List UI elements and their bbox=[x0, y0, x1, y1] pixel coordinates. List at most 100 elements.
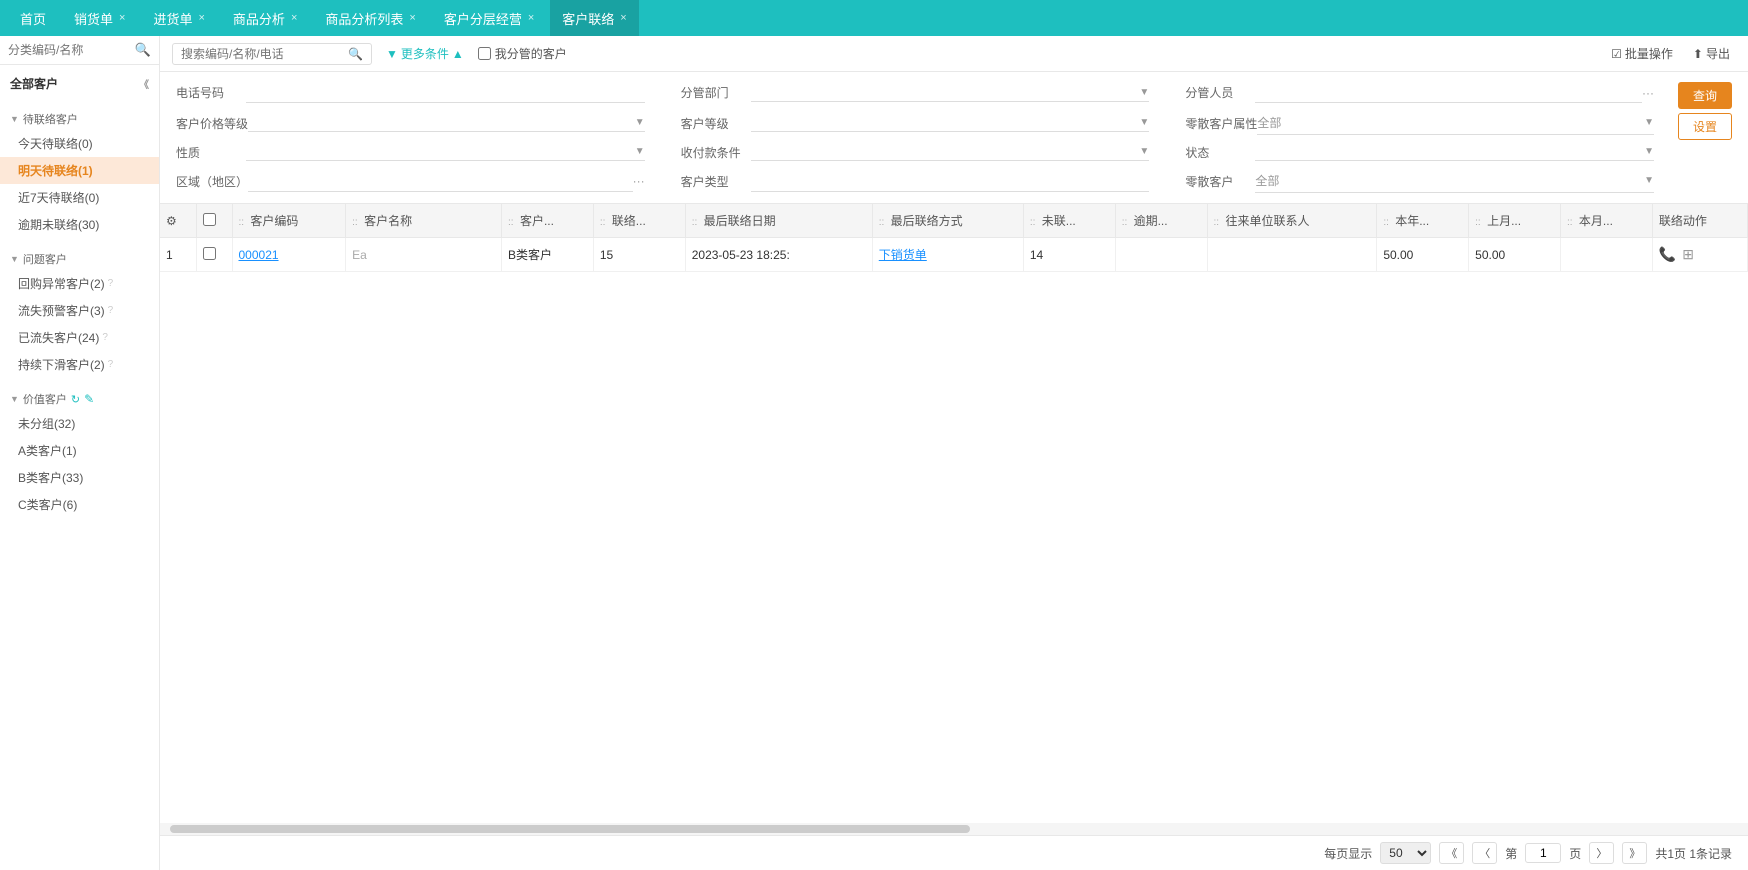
filter-retail-attr-select[interactable]: 全部 ▼ bbox=[1257, 111, 1654, 135]
close-icon[interactable]: × bbox=[528, 12, 534, 24]
nav-purchase-order[interactable]: 进货单 × bbox=[141, 0, 216, 36]
filter-payment-select[interactable]: ▼ bbox=[751, 143, 1150, 161]
th-checkbox[interactable] bbox=[196, 204, 232, 238]
sidebar-group-title-pending[interactable]: 待联络客户 bbox=[0, 106, 159, 130]
export-icon: ⬆ bbox=[1693, 47, 1703, 61]
th-code[interactable]: :: 客户编码 bbox=[232, 204, 346, 238]
th-no-contact[interactable]: :: 未联... bbox=[1023, 204, 1115, 238]
more-dots-icon[interactable]: ··· bbox=[633, 174, 645, 188]
filter-dept-select[interactable]: ▼ bbox=[751, 84, 1150, 102]
phone-action-icon[interactable]: 📞 bbox=[1659, 246, 1676, 263]
edit-icon[interactable]: ✎ bbox=[84, 392, 94, 406]
close-icon[interactable]: × bbox=[119, 12, 125, 24]
sidebar-item-overdue[interactable]: 逾期未联络(30) bbox=[0, 211, 159, 238]
nav-home[interactable]: 首页 bbox=[8, 0, 58, 36]
close-icon[interactable]: × bbox=[291, 12, 297, 24]
my-customers-checkbox[interactable] bbox=[478, 47, 491, 60]
sidebar-item-class-b[interactable]: B类客户(33) bbox=[0, 464, 159, 491]
sidebar-search-input[interactable] bbox=[8, 43, 135, 57]
filter-price-level-select[interactable]: ▼ bbox=[248, 114, 645, 132]
th-this-month[interactable]: :: 本月... bbox=[1561, 204, 1653, 238]
customer-code-link[interactable]: 000021 bbox=[239, 248, 279, 262]
horizontal-scrollbar[interactable] bbox=[160, 823, 1748, 835]
next-page-button[interactable]: 〉 bbox=[1589, 842, 1614, 864]
sidebar-search-icon[interactable]: 🔍 bbox=[135, 42, 151, 58]
sidebar-all-section: 全部客户 《 bbox=[0, 65, 159, 102]
last-page-button[interactable]: 》 bbox=[1622, 842, 1647, 864]
filter-nature-select[interactable]: ▼ bbox=[246, 143, 645, 161]
close-icon[interactable]: × bbox=[620, 12, 626, 24]
sidebar-item-today[interactable]: 今天待联络(0) bbox=[0, 130, 159, 157]
page-size-select[interactable]: 50 100 200 bbox=[1380, 842, 1431, 864]
nav-customer-contact[interactable]: 客户联络 × bbox=[550, 0, 638, 36]
chevron-down-icon: ▼ bbox=[1644, 146, 1654, 157]
page-text: 第 bbox=[1505, 845, 1517, 862]
th-last-date[interactable]: :: 最后联络日期 bbox=[685, 204, 872, 238]
prev-page-button[interactable]: 〈 bbox=[1472, 842, 1497, 864]
reset-button[interactable]: 设置 bbox=[1678, 113, 1732, 140]
filter-manager: 分管人员 ··· bbox=[1185, 82, 1654, 103]
th-type[interactable]: :: 客户... bbox=[502, 204, 594, 238]
filter-manager-input[interactable] bbox=[1255, 82, 1642, 103]
close-icon[interactable]: × bbox=[409, 12, 415, 24]
sidebar-item-abnormal-repurchase[interactable]: 回购异常客户(2) ? bbox=[0, 270, 159, 297]
filter-region-input[interactable] bbox=[248, 171, 633, 192]
th-last-month[interactable]: :: 上月... bbox=[1469, 204, 1561, 238]
search-input[interactable] bbox=[181, 47, 348, 61]
more-filter-button[interactable]: ▼ 更多条件 ▲ bbox=[380, 42, 470, 65]
nav-sales-order[interactable]: 销货单 × bbox=[62, 0, 137, 36]
filter-customer-type: 客户类型 bbox=[681, 171, 1150, 192]
filter-customer-type-input[interactable] bbox=[751, 171, 1150, 192]
search-submit-icon[interactable]: 🔍 bbox=[348, 47, 363, 61]
query-button[interactable]: 查询 bbox=[1678, 82, 1732, 109]
sidebar-item-churned[interactable]: 已流失客户(24) ? bbox=[0, 324, 159, 351]
th-contact[interactable]: :: 联络... bbox=[593, 204, 685, 238]
sidebar-all-customers[interactable]: 全部客户 《 bbox=[0, 69, 159, 98]
th-last-method[interactable]: :: 最后联络方式 bbox=[872, 204, 1023, 238]
sidebar-item-class-c[interactable]: C类客户(6) bbox=[0, 491, 159, 518]
export-button[interactable]: ⬆ 导出 bbox=[1687, 42, 1736, 65]
filter-status-select[interactable]: ▼ bbox=[1255, 143, 1654, 161]
cell-last-date: 2023-05-23 18:25: bbox=[685, 238, 872, 272]
sidebar-item-class-a[interactable]: A类客户(1) bbox=[0, 437, 159, 464]
grid-action-icon[interactable]: ⊞ bbox=[1682, 246, 1694, 263]
sidebar-group-problem: 问题客户 回购异常客户(2) ? 流失预警客户(3) ? 已流失客户(24) ?… bbox=[0, 242, 159, 382]
th-name[interactable]: :: 客户名称 bbox=[346, 204, 502, 238]
cell-this-year: 50.00 bbox=[1377, 238, 1469, 272]
sidebar-item-ungrouped[interactable]: 未分组(32) bbox=[0, 410, 159, 437]
th-overdue[interactable]: :: 逾期... bbox=[1115, 204, 1207, 238]
nav-product-analysis[interactable]: 商品分析 × bbox=[221, 0, 309, 36]
chevron-down-icon: ▼ bbox=[1139, 146, 1149, 157]
refresh-icon[interactable]: ↻ bbox=[71, 393, 80, 406]
th-contact-person[interactable]: :: 往来单位联系人 bbox=[1207, 204, 1377, 238]
last-method-link[interactable]: 下销货单 bbox=[879, 248, 927, 262]
sidebar-item-declining[interactable]: 持续下滑客户(2) ? bbox=[0, 351, 159, 378]
filter-action-buttons: 查询 设置 bbox=[1678, 82, 1732, 193]
page-number-input[interactable] bbox=[1525, 843, 1561, 863]
th-this-year[interactable]: :: 本年... bbox=[1377, 204, 1469, 238]
select-all-checkbox[interactable] bbox=[203, 213, 216, 226]
nav-customer-layering[interactable]: 客户分层经营 × bbox=[432, 0, 546, 36]
filter-phone-input[interactable] bbox=[246, 82, 645, 103]
batch-action-button[interactable]: ☑ 批量操作 bbox=[1605, 42, 1679, 65]
scrollbar-thumb[interactable] bbox=[170, 825, 970, 833]
first-page-button[interactable]: 《 bbox=[1439, 842, 1464, 864]
sidebar-item-tomorrow[interactable]: 明天待联络(1) bbox=[0, 157, 159, 184]
filter-retail-select[interactable]: 全部 ▼ bbox=[1255, 169, 1654, 193]
my-customers-checkbox-wrap[interactable]: 我分管的客户 bbox=[478, 45, 567, 62]
close-icon[interactable]: × bbox=[198, 12, 204, 24]
more-dots-icon[interactable]: ··· bbox=[1642, 86, 1654, 100]
sidebar-item-7days[interactable]: 近7天待联络(0) bbox=[0, 184, 159, 211]
filter-customer-level-select[interactable]: ▼ bbox=[751, 114, 1150, 132]
cell-last-method: 下销货单 bbox=[872, 238, 1023, 272]
table-header-row: ⚙ :: 客户编码 :: 客户名称 bbox=[160, 204, 1748, 238]
cell-checkbox[interactable] bbox=[196, 238, 232, 272]
row-checkbox[interactable] bbox=[203, 247, 216, 260]
th-settings[interactable]: ⚙ bbox=[160, 204, 196, 238]
nav-product-analysis-list[interactable]: 商品分析列表 × bbox=[313, 0, 427, 36]
sidebar-group-title-problem[interactable]: 问题客户 bbox=[0, 246, 159, 270]
filter-nature: 性质 ▼ bbox=[176, 143, 645, 161]
sidebar-group-pending: 待联络客户 今天待联络(0) 明天待联络(1) 近7天待联络(0) 逾期未联络(… bbox=[0, 102, 159, 242]
sidebar-group-title-value[interactable]: 价值客户 ↻ ✎ bbox=[0, 386, 159, 410]
sidebar-item-churn-warning[interactable]: 流失预警客户(3) ? bbox=[0, 297, 159, 324]
